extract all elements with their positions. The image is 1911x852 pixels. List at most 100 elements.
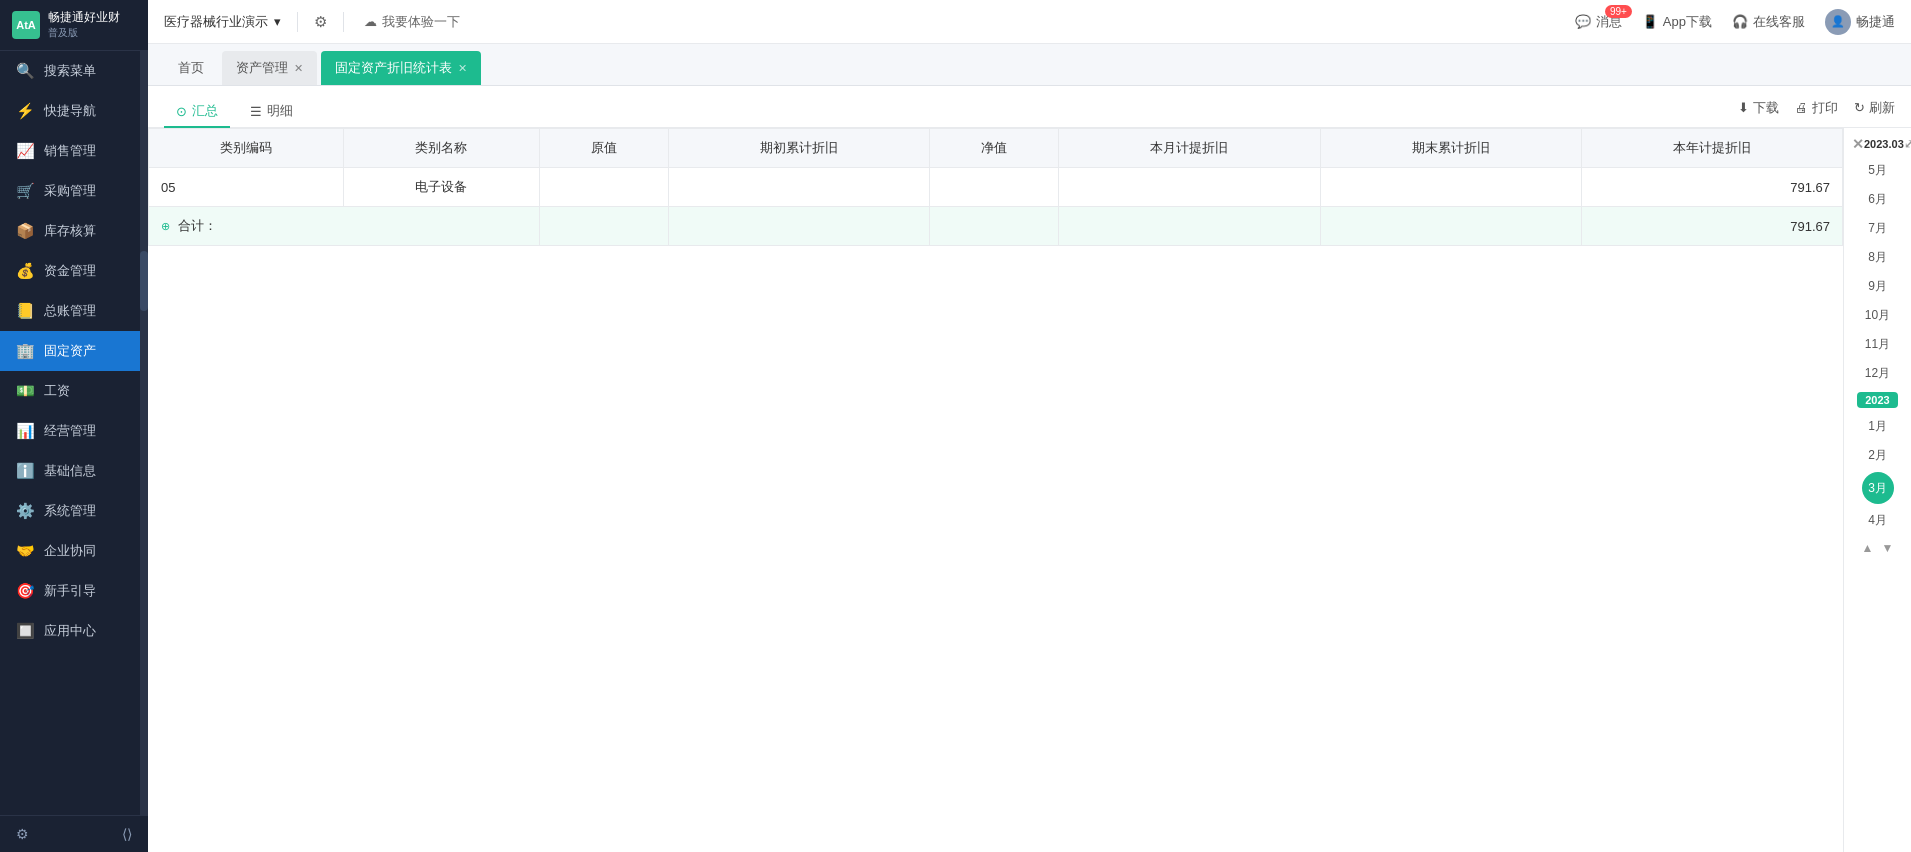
col-name: 类别名称 [344, 129, 539, 168]
messages-btn[interactable]: 💬 消息 99+ [1575, 13, 1622, 31]
sales-icon: 📈 [16, 142, 34, 160]
col-net: 净值 [930, 129, 1059, 168]
date-nav-up[interactable]: ▲ [1862, 541, 1874, 555]
company-name: 医疗器械行业演示 [164, 13, 268, 31]
settings-footer-icon[interactable]: ⚙ [16, 826, 29, 842]
sidebar-label-enterprise: 企业协同 [44, 542, 96, 560]
row-init-dep [668, 168, 929, 207]
toolbar-right: ⬇ 下载 🖨 打印 ↻ 刷新 [1738, 99, 1895, 125]
salary-icon: 💵 [16, 382, 34, 400]
settings-icon[interactable]: ⚙ [314, 13, 327, 31]
tab-asset-mgmt[interactable]: 资产管理 ✕ [222, 51, 317, 85]
sidebar-item-quick-nav[interactable]: ⚡ 快捷导航 [0, 91, 140, 131]
sidebar-item-search[interactable]: 🔍 搜索菜单 [0, 51, 140, 91]
sidebar-scrollbar[interactable] [140, 51, 148, 815]
sub-tab-detail[interactable]: ☰ 明细 [238, 96, 305, 128]
sidebar-header: AtA 畅捷通好业财 普及版 [0, 0, 148, 51]
date-month-7[interactable]: 7月 [1844, 214, 1911, 243]
sidebar-label-finance: 资金管理 [44, 262, 96, 280]
sidebar-label-ledger: 总账管理 [44, 302, 96, 320]
date-month-5[interactable]: 5月 [1844, 156, 1911, 185]
date-month-8[interactable]: 8月 [1844, 243, 1911, 272]
col-end-dep: 期末累计折旧 [1320, 129, 1581, 168]
row-month-dep [1059, 168, 1320, 207]
sidebar-item-finance[interactable]: 💰 资金管理 [0, 251, 140, 291]
year-2023-label: 2023 [1857, 392, 1897, 408]
date-month-9[interactable]: 9月 [1844, 272, 1911, 301]
online-service-btn[interactable]: 🎧 在线客服 [1732, 13, 1805, 31]
sidebar-item-guide[interactable]: 🎯 新手引导 [0, 571, 140, 611]
date-panel-year-label: 2023.03 [1864, 138, 1904, 150]
sidebar-label-purchase: 采购管理 [44, 182, 96, 200]
date-month-2023-2[interactable]: 2月 [1844, 441, 1911, 470]
date-panel-close-btn[interactable]: ✕ [1852, 136, 1864, 152]
experience-icon: ☁ [364, 14, 377, 29]
ledger-icon: 📒 [16, 302, 34, 320]
refresh-icon: ↻ [1854, 100, 1865, 115]
col-code: 类别编码 [149, 129, 344, 168]
sidebar-item-sales[interactable]: 📈 销售管理 [0, 131, 140, 171]
app-center-icon: 🔲 [16, 622, 34, 640]
print-btn[interactable]: 🖨 打印 [1795, 99, 1838, 117]
sidebar-item-app-center[interactable]: 🔲 应用中心 [0, 611, 140, 651]
refresh-label: 刷新 [1869, 99, 1895, 117]
sidebar-item-purchase[interactable]: 🛒 采购管理 [0, 171, 140, 211]
user-menu[interactable]: 👤 畅捷通 [1825, 9, 1895, 35]
date-panel-expand-btn[interactable]: ⤢ [1904, 137, 1911, 151]
print-label: 打印 [1812, 99, 1838, 117]
app-subtitle: 普及版 [48, 26, 120, 40]
date-month-2023-3[interactable]: 3月 [1862, 472, 1894, 504]
sidebar-item-system[interactable]: ⚙️ 系统管理 [0, 491, 140, 531]
sidebar-item-enterprise[interactable]: 🤝 企业协同 [0, 531, 140, 571]
date-month-12[interactable]: 12月 [1844, 359, 1911, 388]
avatar: 👤 [1825, 9, 1851, 35]
date-month-2023-1[interactable]: 1月 [1844, 412, 1911, 441]
company-selector[interactable]: 医疗器械行业演示 ▾ [164, 13, 281, 31]
collapse-icon[interactable]: ⟨⟩ [122, 826, 132, 842]
tab-asset-mgmt-close[interactable]: ✕ [294, 62, 303, 75]
tab-home[interactable]: 首页 [164, 51, 218, 85]
date-month-2023-4[interactable]: 4月 [1844, 506, 1911, 535]
sub-tab-summary[interactable]: ⊙ 汇总 [164, 96, 230, 128]
refresh-btn[interactable]: ↻ 刷新 [1854, 99, 1895, 117]
sidebar-item-ledger[interactable]: 📒 总账管理 [0, 291, 140, 331]
topbar-divider-1 [297, 12, 298, 32]
experience-btn[interactable]: ☁ 我要体验一下 [364, 13, 460, 31]
phone-icon: 📱 [1642, 14, 1658, 29]
sidebar-item-salary[interactable]: 💵 工资 [0, 371, 140, 411]
sidebar-item-inventory[interactable]: 📦 库存核算 [0, 211, 140, 251]
sidebar-item-basic-info[interactable]: ℹ️ 基础信息 [0, 451, 140, 491]
topbar-divider-2 [343, 12, 344, 32]
date-nav-down[interactable]: ▼ [1882, 541, 1894, 555]
tab-fixed-asset-dep[interactable]: 固定资产折旧统计表 ✕ [321, 51, 481, 85]
date-month-10[interactable]: 10月 [1844, 301, 1911, 330]
col-original: 原值 [539, 129, 668, 168]
date-month-6[interactable]: 6月 [1844, 185, 1911, 214]
sidebar-label-sales: 销售管理 [44, 142, 96, 160]
guide-icon: 🎯 [16, 582, 34, 600]
app-download-btn[interactable]: 📱 App下载 [1642, 13, 1712, 31]
download-btn[interactable]: ⬇ 下载 [1738, 99, 1779, 117]
detail-icon: ☰ [250, 104, 262, 119]
company-dropdown-icon: ▾ [274, 14, 281, 29]
total-label: ⊕ 合计： [149, 207, 540, 246]
basic-info-icon: ℹ️ [16, 462, 34, 480]
sub-tab-detail-label: 明细 [267, 102, 293, 120]
year-badge[interactable]: 2023 [1857, 392, 1897, 408]
system-icon: ⚙️ [16, 502, 34, 520]
sidebar-item-operations[interactable]: 📊 经营管理 [0, 411, 140, 451]
tab-fixed-asset-dep-close[interactable]: ✕ [458, 62, 467, 75]
print-icon: 🖨 [1795, 100, 1808, 115]
total-month-dep [1059, 207, 1320, 246]
app-logo: AtA [12, 11, 40, 39]
username: 畅捷通 [1856, 13, 1895, 31]
sidebar-label-app-center: 应用中心 [44, 622, 96, 640]
sidebar-label-salary: 工资 [44, 382, 70, 400]
sidebar-item-fixed-asset[interactable]: 🏢 固定资产 [0, 331, 140, 371]
col-year-dep: 本年计提折旧 [1581, 129, 1842, 168]
tab-fixed-asset-dep-label: 固定资产折旧统计表 [335, 59, 452, 77]
app-title: 畅捷通好业财 [48, 10, 120, 26]
date-month-11[interactable]: 11月 [1844, 330, 1911, 359]
table-total-row: ⊕ 合计： 791.67 [149, 207, 1843, 246]
main-area: 医疗器械行业演示 ▾ ⚙ ☁ 我要体验一下 💬 消息 99+ 📱 App下载 🎧… [148, 0, 1911, 852]
